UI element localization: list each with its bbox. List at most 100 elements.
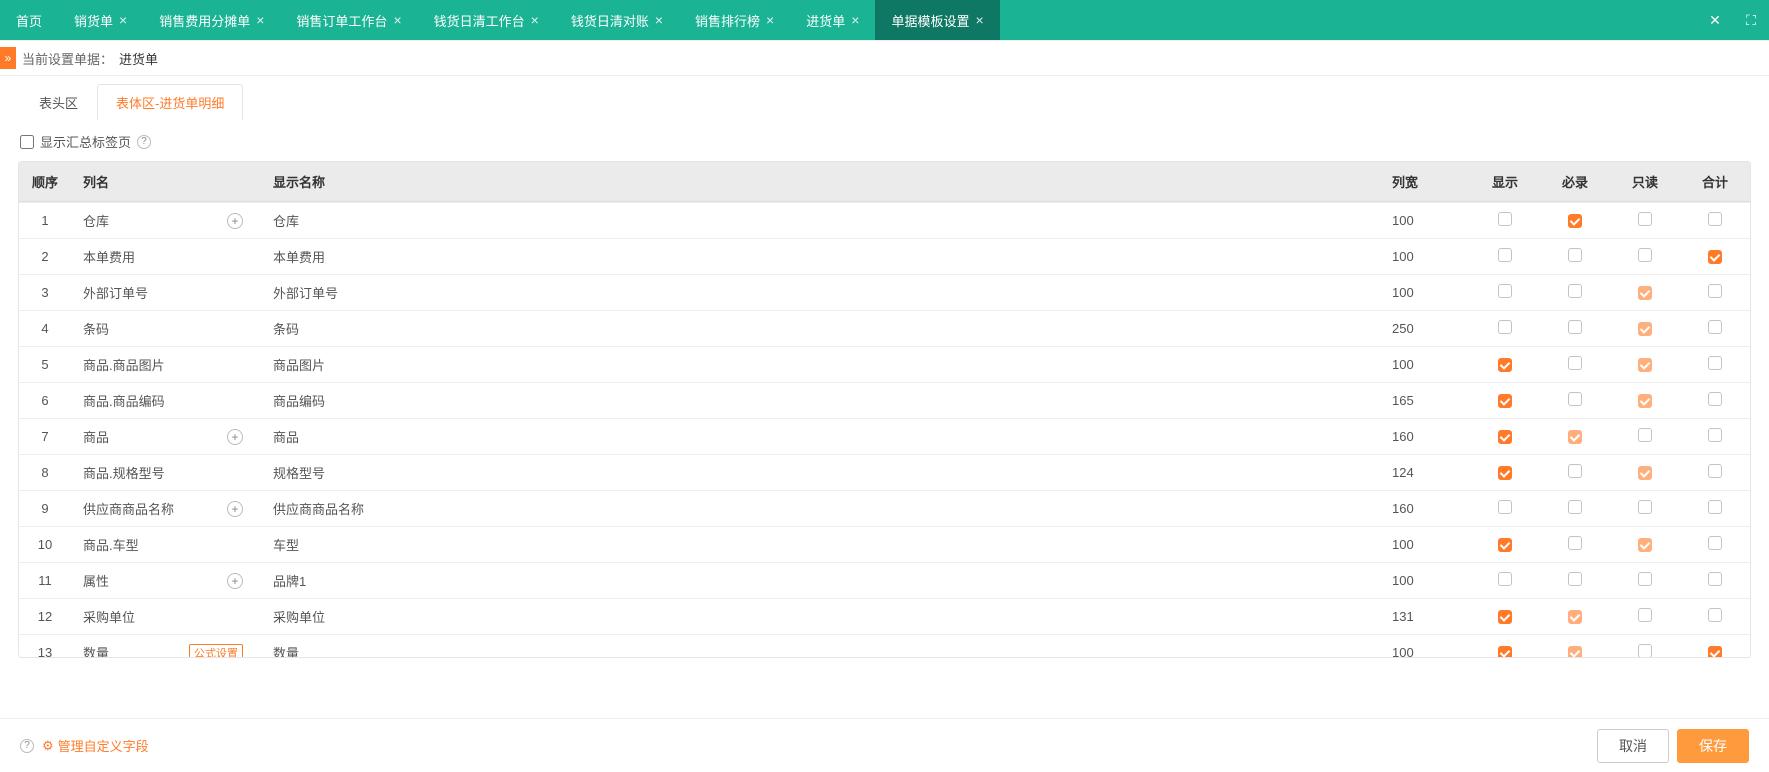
row-displayname[interactable]: 供应商商品名称 <box>261 491 1380 527</box>
total-checkbox[interactable] <box>1708 536 1722 550</box>
total-checkbox[interactable] <box>1708 212 1722 226</box>
row-displayname[interactable]: 商品图片 <box>261 347 1380 383</box>
show-checkbox[interactable] <box>1498 646 1512 657</box>
close-all-tabs-button[interactable]: ✕ <box>1697 0 1733 40</box>
add-column-button[interactable]: + <box>227 213 243 229</box>
readonly-checkbox[interactable] <box>1638 500 1652 514</box>
total-checkbox[interactable] <box>1708 320 1722 334</box>
table-row[interactable]: 2本单费用本单费用100 <box>19 239 1750 275</box>
required-checkbox[interactable] <box>1568 356 1582 370</box>
show-checkbox[interactable] <box>1498 430 1512 444</box>
show-checkbox[interactable] <box>1498 320 1512 334</box>
total-checkbox[interactable] <box>1708 392 1722 406</box>
required-checkbox[interactable] <box>1568 284 1582 298</box>
total-checkbox[interactable] <box>1708 500 1722 514</box>
row-width[interactable]: 160 <box>1380 419 1470 455</box>
required-checkbox[interactable] <box>1568 464 1582 478</box>
tab-close-icon[interactable]: × <box>531 12 539 28</box>
readonly-checkbox[interactable] <box>1638 608 1652 622</box>
row-width[interactable]: 131 <box>1380 599 1470 635</box>
inner-tab[interactable]: 表头区 <box>20 84 97 120</box>
total-checkbox[interactable] <box>1708 250 1722 264</box>
row-displayname[interactable]: 商品 <box>261 419 1380 455</box>
row-displayname[interactable]: 商品编码 <box>261 383 1380 419</box>
show-checkbox[interactable] <box>1498 538 1512 552</box>
show-checkbox[interactable] <box>1498 248 1512 262</box>
tab-item[interactable]: 销售排行榜× <box>679 0 790 40</box>
row-displayname[interactable]: 品牌1 <box>261 563 1380 599</box>
help-icon[interactable]: ? <box>137 135 151 149</box>
table-row[interactable]: 13数量公式设置数量100 <box>19 635 1750 658</box>
table-row[interactable]: 7商品+商品160 <box>19 419 1750 455</box>
tab-item[interactable]: 钱货日清对账× <box>555 0 679 40</box>
add-column-button[interactable]: + <box>227 573 243 589</box>
fullscreen-button[interactable]: ⛶ <box>1733 0 1769 40</box>
row-displayname[interactable]: 数量 <box>261 635 1380 658</box>
table-row[interactable]: 3外部订单号外部订单号100 <box>19 275 1750 311</box>
tab-item[interactable]: 销售费用分摊单× <box>143 0 280 40</box>
row-width[interactable]: 165 <box>1380 383 1470 419</box>
row-displayname[interactable]: 车型 <box>261 527 1380 563</box>
tab-item[interactable]: 销售订单工作台× <box>280 0 417 40</box>
show-checkbox[interactable] <box>1498 572 1512 586</box>
table-row[interactable]: 10商品.车型车型100 <box>19 527 1750 563</box>
row-displayname[interactable]: 本单费用 <box>261 239 1380 275</box>
readonly-checkbox[interactable] <box>1638 248 1652 262</box>
readonly-checkbox[interactable] <box>1638 212 1652 226</box>
show-summary-tab-checkbox[interactable] <box>20 135 34 149</box>
total-checkbox[interactable] <box>1708 572 1722 586</box>
show-checkbox[interactable] <box>1498 500 1512 514</box>
sidebar-toggle[interactable]: » <box>0 47 16 69</box>
row-displayname[interactable]: 仓库 <box>261 203 1380 239</box>
save-button[interactable]: 保存 <box>1677 729 1749 763</box>
row-displayname[interactable]: 外部订单号 <box>261 275 1380 311</box>
show-checkbox[interactable] <box>1498 212 1512 226</box>
required-checkbox[interactable] <box>1568 214 1582 228</box>
table-row[interactable]: 4条码条码250 <box>19 311 1750 347</box>
table-row[interactable]: 1仓库+仓库100 <box>19 203 1750 239</box>
show-checkbox[interactable] <box>1498 610 1512 624</box>
footer-help-icon[interactable]: ? <box>20 739 34 753</box>
readonly-checkbox[interactable] <box>1638 644 1652 657</box>
row-displayname[interactable]: 规格型号 <box>261 455 1380 491</box>
inner-tab[interactable]: 表体区-进货单明细 <box>97 84 243 120</box>
row-width[interactable]: 100 <box>1380 527 1470 563</box>
required-checkbox[interactable] <box>1568 536 1582 550</box>
tab-item[interactable]: 钱货日清工作台× <box>418 0 555 40</box>
cancel-button[interactable]: 取消 <box>1597 729 1669 763</box>
required-checkbox[interactable] <box>1568 248 1582 262</box>
total-checkbox[interactable] <box>1708 356 1722 370</box>
tab-close-icon[interactable]: × <box>655 12 663 28</box>
row-displayname[interactable]: 条码 <box>261 311 1380 347</box>
row-displayname[interactable]: 采购单位 <box>261 599 1380 635</box>
table-row[interactable]: 5商品.商品图片商品图片100 <box>19 347 1750 383</box>
total-checkbox[interactable] <box>1708 428 1722 442</box>
row-width[interactable]: 250 <box>1380 311 1470 347</box>
tab-close-icon[interactable]: × <box>119 12 127 28</box>
tab-close-icon[interactable]: × <box>975 12 983 28</box>
readonly-checkbox[interactable] <box>1638 572 1652 586</box>
required-checkbox[interactable] <box>1568 572 1582 586</box>
total-checkbox[interactable] <box>1708 608 1722 622</box>
tab-item[interactable]: 销货单× <box>58 0 143 40</box>
table-row[interactable]: 9供应商商品名称+供应商商品名称160 <box>19 491 1750 527</box>
add-column-button[interactable]: + <box>227 501 243 517</box>
table-row[interactable]: 6商品.商品编码商品编码165 <box>19 383 1750 419</box>
row-width[interactable]: 124 <box>1380 455 1470 491</box>
show-checkbox[interactable] <box>1498 466 1512 480</box>
add-column-button[interactable]: + <box>227 429 243 445</box>
tab-close-icon[interactable]: × <box>851 12 859 28</box>
manage-custom-fields-link[interactable]: ⚙ 管理自定义字段 <box>42 736 149 755</box>
table-row[interactable]: 11属性+品牌1100 <box>19 563 1750 599</box>
table-row[interactable]: 8商品.规格型号规格型号124 <box>19 455 1750 491</box>
show-checkbox[interactable] <box>1498 394 1512 408</box>
row-width[interactable]: 100 <box>1380 563 1470 599</box>
tab-close-icon[interactable]: × <box>393 12 401 28</box>
tab-home[interactable]: 首页 <box>0 0 58 40</box>
show-checkbox[interactable] <box>1498 358 1512 372</box>
row-width[interactable]: 100 <box>1380 239 1470 275</box>
total-checkbox[interactable] <box>1708 464 1722 478</box>
formula-settings-button[interactable]: 公式设置 <box>189 644 243 658</box>
table-row[interactable]: 12采购单位采购单位131 <box>19 599 1750 635</box>
tab-item[interactable]: 进货单× <box>790 0 875 40</box>
